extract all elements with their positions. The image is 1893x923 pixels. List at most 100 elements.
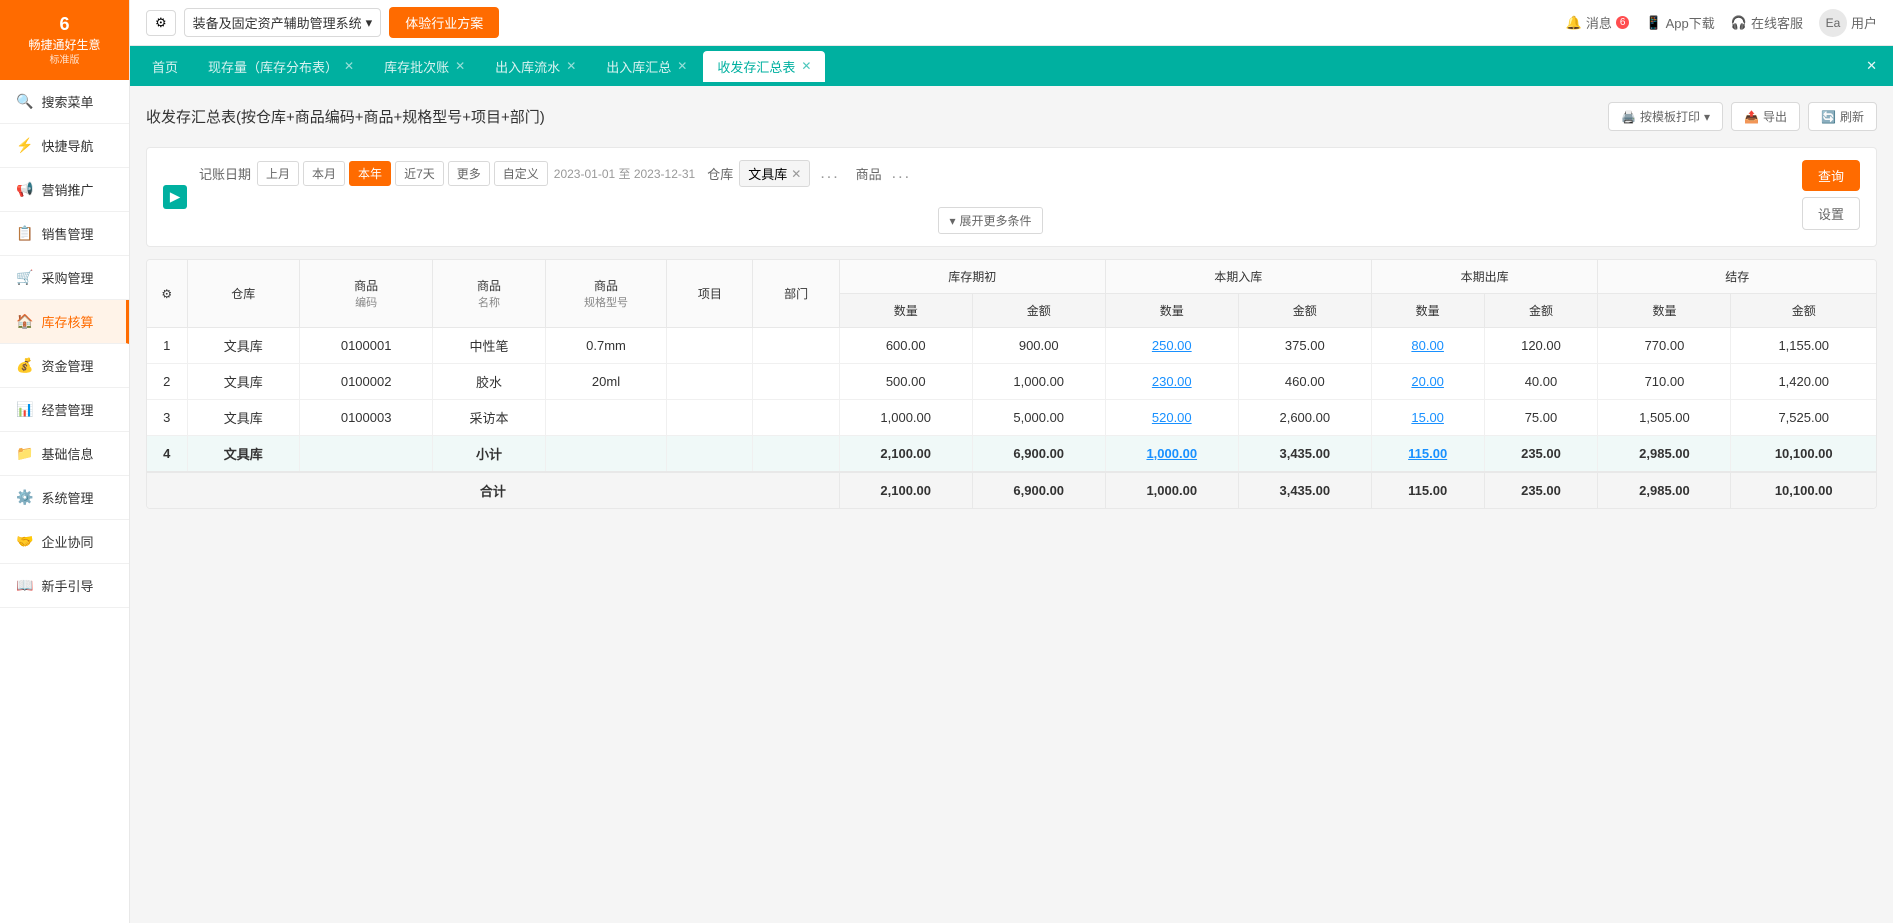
- warehouse-filter-tag[interactable]: 文具库 ✕: [739, 160, 810, 187]
- tab-close-inventory_dist[interactable]: ✕: [344, 59, 354, 73]
- col-header-opening: 库存期初: [839, 260, 1105, 294]
- cell-in-qty[interactable]: 250.00: [1105, 328, 1238, 364]
- tab-label-recv_send: 收发存汇总表: [717, 57, 795, 76]
- warehouse-tag-close-icon[interactable]: ✕: [791, 167, 801, 181]
- settings-button[interactable]: 设置: [1802, 197, 1860, 230]
- date-custom-btn[interactable]: 自定义: [494, 161, 548, 186]
- tab-close-flow[interactable]: ✕: [566, 59, 576, 73]
- tab-flow[interactable]: 出入库流水✕: [481, 51, 590, 82]
- export-icon: 📤: [1744, 110, 1759, 124]
- cell-closing-qty: 710.00: [1598, 364, 1731, 400]
- sidebar-item-operations[interactable]: 📊经营管理: [0, 388, 129, 432]
- cell-opening-amt: 900.00: [972, 328, 1105, 364]
- sidebar-logo[interactable]: 6 畅捷通好生意 标准版: [0, 0, 129, 80]
- sidebar-item-search[interactable]: 🔍 搜索菜单: [0, 80, 129, 124]
- app-download-item[interactable]: 📱 App下载: [1645, 13, 1714, 32]
- date-curr-year-btn[interactable]: 本年: [349, 161, 391, 186]
- logo-number: 6: [8, 12, 121, 37]
- sidebar-item-finance[interactable]: 💰 资金管理: [0, 344, 129, 388]
- warehouse-tag-value: 文具库: [748, 164, 787, 183]
- sidebar-item-purchase[interactable]: 🛒采购管理: [0, 256, 129, 300]
- date-filter-label: 记账日期: [199, 164, 251, 183]
- date-prev-month-btn[interactable]: 上月: [257, 161, 299, 186]
- sidebar-item-label: 搜索菜单: [41, 92, 93, 111]
- marketing-icon: 📢: [16, 181, 33, 198]
- date-7days-btn[interactable]: 近7天: [395, 161, 444, 186]
- search-button[interactable]: 查询: [1802, 160, 1860, 191]
- print-icon: 🖨️: [1621, 110, 1636, 124]
- sidebar-item-label: 资金管理: [41, 356, 93, 375]
- cell-out-qty[interactable]: 115.00: [1371, 436, 1484, 473]
- topbar-left: ⚙ 装备及固定资产辅助管理系统 ▾ 体验行业方案: [146, 7, 499, 38]
- col-header-warehouse: 仓库: [187, 260, 300, 328]
- notification-item[interactable]: 🔔 消息 6: [1566, 13, 1630, 32]
- system-name-dropdown[interactable]: 装备及固定资产辅助管理系统 ▾: [184, 8, 382, 37]
- cell-goods-code: 0100001: [300, 328, 433, 364]
- cell-dept: [753, 328, 839, 364]
- cell-in-qty[interactable]: 520.00: [1105, 400, 1238, 436]
- search-icon: 🔍: [16, 93, 33, 110]
- sidebar-item-label: 快捷导航: [41, 136, 93, 155]
- refresh-label: 刷新: [1840, 108, 1864, 125]
- tab-main-close[interactable]: ✕: [1858, 54, 1885, 78]
- trial-button[interactable]: 体验行业方案: [389, 7, 499, 38]
- sidebar-item-quicknav[interactable]: ⚡快捷导航: [0, 124, 129, 168]
- col-header-goods-code: 商品编码: [300, 260, 433, 328]
- finance-icon: 💰: [16, 357, 33, 374]
- sidebar-item-label: 企业协同: [41, 532, 93, 551]
- tab-close-summary[interactable]: ✕: [677, 59, 687, 73]
- cell-dept: [753, 364, 839, 400]
- sidebar-item-system[interactable]: ⚙️系统管理: [0, 476, 129, 520]
- cell-opening-qty: 600.00: [839, 328, 972, 364]
- tab-close-batch[interactable]: ✕: [455, 59, 465, 73]
- cell-dept: [753, 436, 839, 473]
- refresh-icon: 🔄: [1821, 110, 1836, 124]
- tab-close-recv_send[interactable]: ✕: [801, 59, 811, 73]
- sidebar-item-basic[interactable]: 📁基础信息: [0, 432, 129, 476]
- filter-expand-arrow[interactable]: ▶: [163, 185, 187, 209]
- cell-in-qty[interactable]: 1,000.00: [1105, 436, 1238, 473]
- filter-bar: ▶ 记账日期 上月 本月 本年 近7天 更多 自定义: [146, 147, 1877, 247]
- sidebar-item-guide[interactable]: 📖新手引导: [0, 564, 129, 608]
- main-area: ⚙ 装备及固定资产辅助管理系统 ▾ 体验行业方案 🔔 消息 6 📱 App下载 …: [130, 0, 1893, 923]
- gear-button[interactable]: ⚙: [146, 10, 176, 36]
- sidebar-item-marketing[interactable]: 📢营销推广: [0, 168, 129, 212]
- filter-conditions: 记账日期 上月 本月 本年 近7天 更多 自定义 2023-01-01 至 20…: [199, 160, 1782, 187]
- cell-out-qty[interactable]: 15.00: [1371, 400, 1484, 436]
- cell-closing-qty: 770.00: [1598, 328, 1731, 364]
- footer-opening-qty: 2,100.00: [839, 472, 972, 508]
- topbar: ⚙ 装备及固定资产辅助管理系统 ▾ 体验行业方案 🔔 消息 6 📱 App下载 …: [130, 0, 1893, 46]
- sidebar-item-collab[interactable]: 🤝企业协同: [0, 520, 129, 564]
- notification-badge: 6: [1616, 16, 1630, 29]
- print-button[interactable]: 🖨️ 按模板打印 ▾: [1608, 102, 1723, 131]
- online-service-item[interactable]: 🎧 在线客服: [1731, 13, 1803, 32]
- table-footer-row: 合计 2,100.00 6,900.00 1,000.00 3,435.00 1…: [147, 472, 1876, 508]
- sidebar-item-sales[interactable]: 📋销售管理: [0, 212, 129, 256]
- cell-out-qty[interactable]: 80.00: [1371, 328, 1484, 364]
- export-button[interactable]: 📤 导出: [1731, 102, 1800, 131]
- tab-batch[interactable]: 库存批次账✕: [370, 51, 479, 82]
- warehouse-filter-dots[interactable]: ...: [816, 165, 843, 183]
- goods-filter-dots[interactable]: ...: [888, 165, 915, 183]
- cell-warehouse: 文具库: [187, 400, 300, 436]
- tab-home[interactable]: 首页: [138, 51, 192, 82]
- tab-inventory_dist[interactable]: 现存量（库存分布表）✕: [194, 51, 368, 82]
- refresh-button[interactable]: 🔄 刷新: [1808, 102, 1877, 131]
- col-out-amt: 金额: [1484, 294, 1598, 328]
- sidebar-item-inventory[interactable]: 🏠库存核算: [0, 300, 129, 344]
- cell-out-qty[interactable]: 20.00: [1371, 364, 1484, 400]
- col-closing-amt: 金额: [1731, 294, 1876, 328]
- expand-more-btn[interactable]: ▾ 展开更多条件: [938, 207, 1042, 234]
- col-opening-amt: 金额: [972, 294, 1105, 328]
- col-settings-icon[interactable]: ⚙: [147, 260, 187, 328]
- user-item[interactable]: Ea 用户: [1819, 9, 1877, 37]
- cell-opening-amt: 1,000.00: [972, 364, 1105, 400]
- page-title-text: 收发存汇总表(按仓库+商品编码+商品+规格型号+项目+部门): [146, 106, 545, 127]
- tab-recv_send[interactable]: 收发存汇总表 ✕: [703, 51, 825, 82]
- date-curr-month-btn[interactable]: 本月: [303, 161, 345, 186]
- cell-in-qty[interactable]: 230.00: [1105, 364, 1238, 400]
- cell-goods-code: 0100003: [300, 400, 433, 436]
- sidebar-item-label: 经营管理: [41, 400, 93, 419]
- tab-summary[interactable]: 出入库汇总✕: [592, 51, 701, 82]
- date-more-btn[interactable]: 更多: [448, 161, 490, 186]
